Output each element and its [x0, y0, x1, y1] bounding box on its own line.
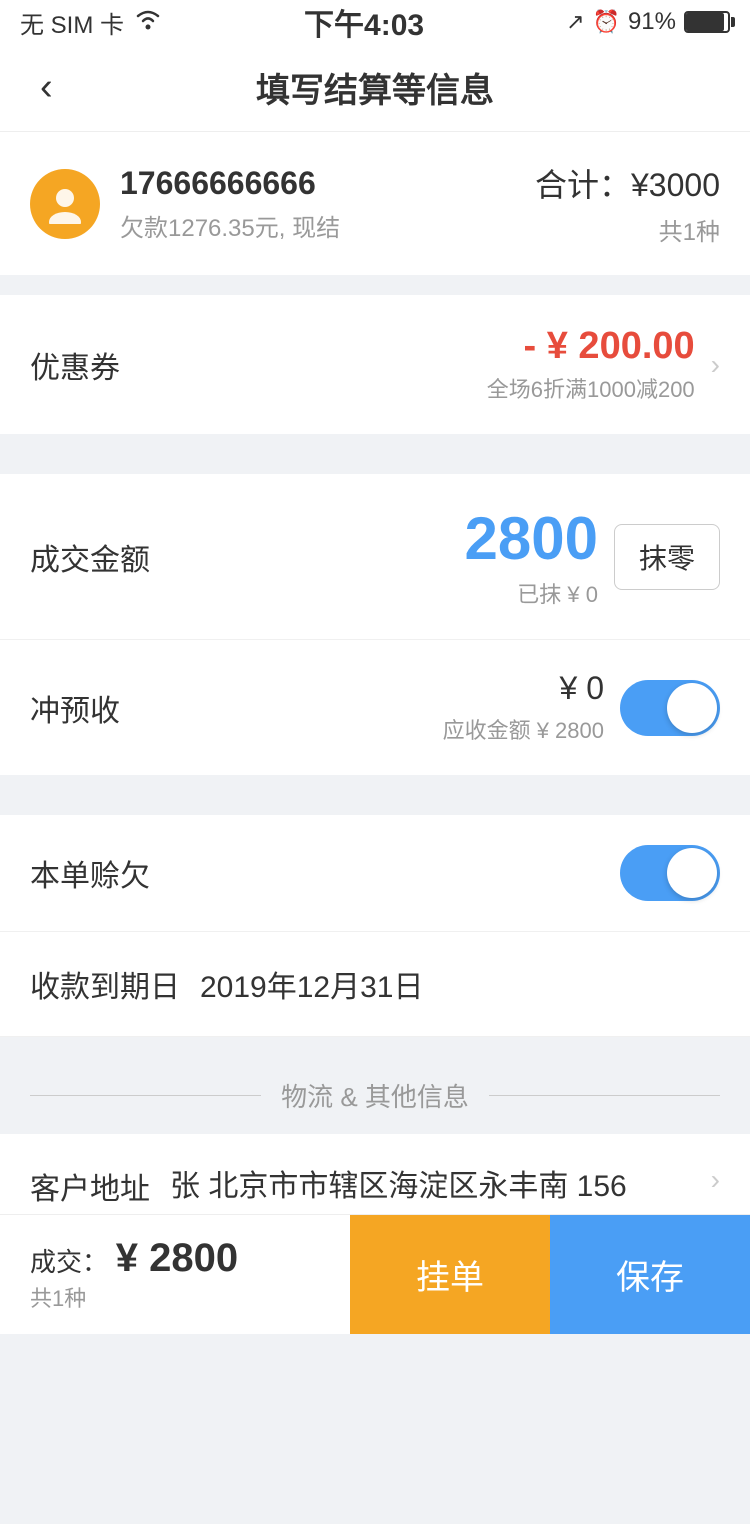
bottom-deal-amount: ¥ 2800	[116, 1236, 238, 1280]
chevron-right-icon: ›	[711, 349, 720, 381]
status-time: 下午4:03	[304, 0, 424, 44]
pre-amount-sub: 应收金额 ¥ 2800	[443, 713, 604, 745]
pre-collect-right: ¥ 0 应收金额 ¥ 2800	[443, 670, 720, 745]
avatar	[30, 169, 100, 239]
status-bar: 无 SIM 卡 下午4:03 ↗ ⏰ 91%	[0, 0, 750, 44]
logistics-line-left	[30, 1095, 261, 1096]
logistics-line-right	[489, 1095, 720, 1096]
status-right: ↗ ⏰ 91%	[566, 8, 730, 36]
bottom-count: 共1种	[30, 1281, 320, 1313]
address-chevron-icon: ›	[711, 1164, 720, 1196]
deal-amount-label: 成交金额	[30, 535, 150, 579]
address-label: 客户地址	[30, 1164, 150, 1208]
pre-collect-label: 冲预收	[30, 686, 120, 730]
divider-3	[0, 1037, 750, 1057]
bottom-left: 成交： ¥ 2800 共1种	[0, 1215, 350, 1334]
back-button[interactable]: ‹	[30, 56, 63, 119]
coupon-label: 优惠券	[30, 343, 120, 387]
divider-1	[0, 454, 750, 474]
customer-info: 17666666666 欠款1276.35元, 现结	[120, 165, 340, 243]
total-amount: 合计：¥3000	[535, 160, 720, 206]
carrier-text: 无 SIM 卡	[20, 5, 124, 40]
due-date-label: 收款到期日	[30, 962, 180, 1006]
debt-label: 本单赊欠	[30, 851, 150, 895]
debt-toggle[interactable]	[620, 845, 720, 901]
divider-2	[0, 795, 750, 815]
deal-amount-number: 2800	[465, 504, 598, 573]
debt-row: 本单赊欠	[0, 815, 750, 932]
customer-debt: 欠款1276.35元, 现结	[120, 208, 340, 243]
hang-button[interactable]: 挂单	[350, 1215, 550, 1334]
coupon-section: 优惠券 - ¥ 200.00 全场6折满1000减200 ›	[0, 295, 750, 434]
toggle-knob	[667, 683, 717, 733]
logistics-text: 物流 & 其他信息	[281, 1077, 469, 1114]
deal-section: 成交金额 2800 已抹 ¥ 0 抹零 冲预收 ¥ 0 应收金额 ¥ 2800	[0, 474, 750, 775]
debt-toggle-knob	[667, 848, 717, 898]
coupon-row[interactable]: 优惠券 - ¥ 200.00 全场6折满1000减200 ›	[0, 295, 750, 434]
nav-bar: ‹ 填写结算等信息	[0, 44, 750, 132]
pre-amount: ¥ 0	[443, 670, 604, 707]
coupon-amount: - ¥ 200.00	[487, 325, 695, 368]
due-date-value: 2019年12月31日	[200, 962, 423, 1006]
page-title: 填写结算等信息	[256, 63, 494, 112]
pre-collect-row: 冲预收 ¥ 0 应收金额 ¥ 2800	[0, 640, 750, 775]
alarm-icon: ⏰	[593, 9, 620, 35]
address-chevron: ›	[711, 1164, 720, 1196]
deal-amount-row: 成交金额 2800 已抹 ¥ 0 抹零	[0, 474, 750, 640]
coupon-desc: 全场6折满1000减200	[487, 372, 695, 404]
due-date-row: 收款到期日 2019年12月31日	[0, 932, 750, 1037]
customer-left: 17666666666 欠款1276.35元, 现结	[30, 165, 340, 243]
bottom-bar: 成交： ¥ 2800 共1种 挂单 保存	[0, 1214, 750, 1334]
location-icon: ↗	[566, 9, 584, 35]
save-button[interactable]: 保存	[550, 1215, 750, 1334]
coupon-right: - ¥ 200.00 全场6折满1000减200 ›	[487, 325, 720, 404]
wifi-icon	[134, 8, 162, 37]
total-count: 共1种	[535, 212, 720, 247]
battery-icon	[684, 11, 730, 33]
pre-collect-toggle[interactable]	[620, 680, 720, 736]
status-left: 无 SIM 卡	[20, 5, 162, 40]
bottom-deal-label: 成交：	[30, 1247, 108, 1277]
customer-right: 合计：¥3000 共1种	[535, 160, 720, 247]
customer-card: 17666666666 欠款1276.35元, 现结 合计：¥3000 共1种	[0, 132, 750, 275]
deal-amount-right: 2800 已抹 ¥ 0 抹零	[465, 504, 721, 609]
round-button[interactable]: 抹零	[614, 524, 720, 590]
logistics-header: 物流 & 其他信息	[0, 1057, 750, 1134]
battery-percent: 91%	[628, 8, 676, 36]
deal-amount-sub: 已抹 ¥ 0	[465, 577, 598, 609]
customer-phone: 17666666666	[120, 165, 340, 202]
